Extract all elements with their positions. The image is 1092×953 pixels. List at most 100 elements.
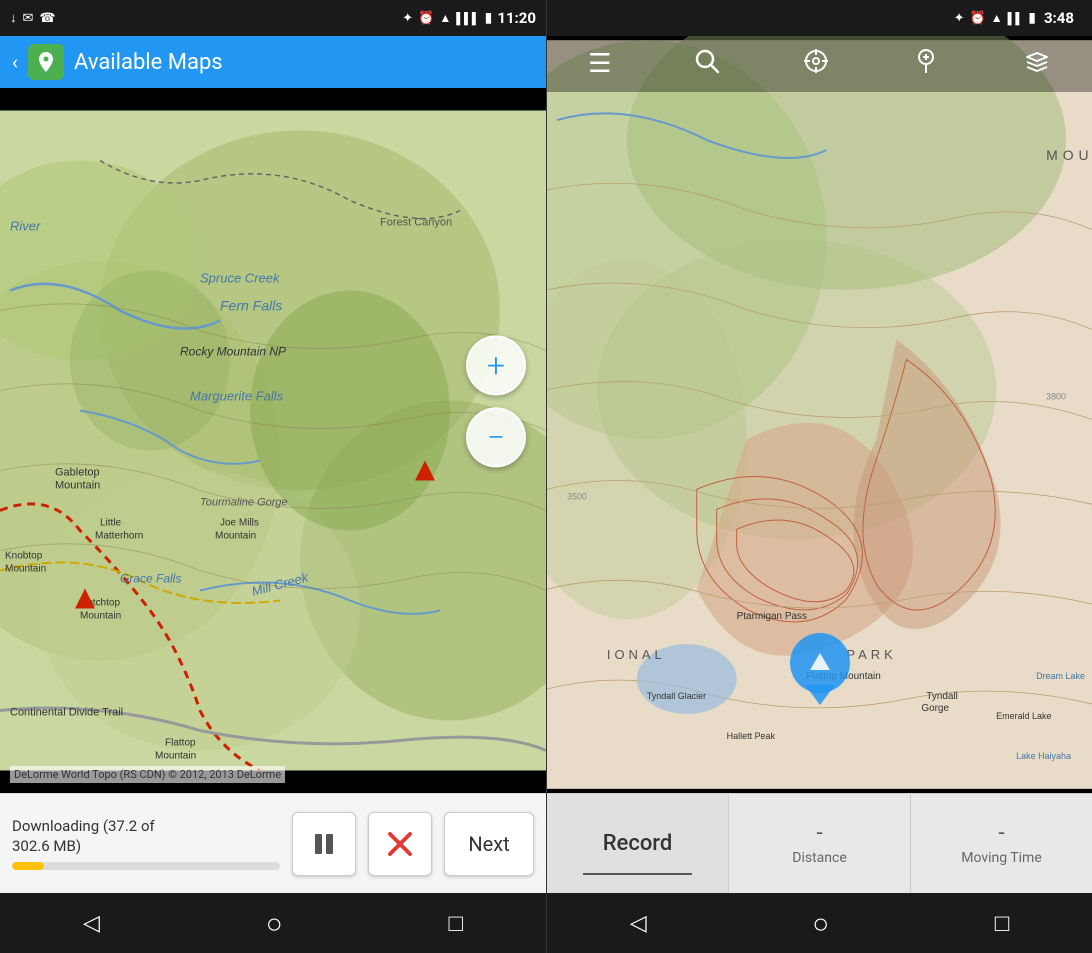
svg-text:Emerald Lake: Emerald Lake (996, 711, 1051, 721)
svg-text:Tyndall: Tyndall (926, 691, 958, 702)
svg-text:River: River (10, 219, 41, 234)
svg-text:Mountain: Mountain (215, 531, 256, 542)
svg-text:Spruce Creek: Spruce Creek (200, 271, 281, 286)
signal-icon-left: ▌▌▌ (456, 12, 479, 25)
distance-section: - Distance (729, 794, 911, 893)
signal-icon-right: ▌▌ (1008, 12, 1024, 25)
svg-text:Knobtop: Knobtop (5, 551, 43, 562)
nav-home-right[interactable]: ○ (812, 907, 829, 940)
status-bar-left: ↓ ✉ ☎ ✦ ⏰ ▲ ▌▌▌ ▮ 11:20 (0, 0, 546, 36)
zoom-out-button[interactable]: − (466, 407, 526, 467)
svg-text:MOUNTAIN: MOUNTAIN (1046, 147, 1092, 163)
moving-time-value: - (998, 821, 1004, 846)
svg-text:Fern Falls: Fern Falls (220, 298, 282, 314)
location-marker (790, 633, 850, 693)
page-title-left: Available Maps (74, 50, 223, 75)
pause-button[interactable] (292, 812, 356, 876)
alarm-icon-left: ⏰ (418, 11, 434, 26)
search-icon[interactable] (694, 48, 720, 81)
progress-bar-container (12, 862, 280, 870)
download-info: Downloading (37.2 of 302.6 MB) (12, 817, 280, 870)
nav-back-right[interactable]: ◁ (630, 911, 647, 936)
status-icons-left: ↓ ✉ ☎ (10, 10, 56, 26)
copyright-text: DeLorme World Topo (RS CDN) © 2012, 2013… (10, 766, 285, 783)
svg-text:Matterhorn: Matterhorn (95, 531, 143, 542)
status-icons-right: ✦ ⏰ ▲ ▌▌▌ ▮ 11:20 (402, 9, 536, 27)
svg-text:Grace Falls: Grace Falls (120, 572, 181, 586)
svg-text:Tyndall Glacier: Tyndall Glacier (647, 691, 706, 701)
bluetooth-icon-left: ✦ (402, 11, 413, 26)
moving-time-section: - Moving Time (911, 794, 1092, 893)
title-bar-left: ‹ Available Maps (0, 36, 546, 88)
back-button[interactable]: ‹ (12, 50, 18, 74)
alarm-icon-right: ⏰ (970, 11, 986, 26)
svg-text:IONAL: IONAL (607, 647, 666, 662)
bluetooth-icon-right: ✦ (954, 11, 965, 26)
moving-time-label: Moving Time (961, 850, 1042, 866)
battery-icon-left: ▮ (485, 10, 493, 26)
wifi-icon-left: ▲ (439, 11, 451, 25)
crosshair-icon[interactable] (802, 47, 830, 82)
svg-text:Ptarmigan Pass: Ptarmigan Pass (737, 611, 807, 622)
record-section[interactable]: Record (547, 794, 729, 893)
progress-bar-fill (12, 862, 44, 870)
time-right: 3:48 (1044, 9, 1074, 27)
cancel-button[interactable] (368, 812, 432, 876)
svg-text:Mountain: Mountain (155, 751, 196, 762)
app-icon (28, 44, 64, 80)
gmail-icon: ✉ (23, 11, 34, 26)
svg-text:Dream Lake: Dream Lake (1036, 671, 1085, 681)
left-panel: ↓ ✉ ☎ ✦ ⏰ ▲ ▌▌▌ ▮ 11:20 ‹ Available Maps (0, 0, 546, 953)
menu-icon[interactable]: ☰ (588, 49, 611, 79)
nav-recent-left[interactable]: □ (449, 909, 464, 938)
record-underline (583, 873, 692, 875)
svg-text:Continental Divide Trail: Continental Divide Trail (10, 707, 123, 719)
status-icons-right-panel: ✦ ⏰ ▲ ▌▌ ▮ (954, 10, 1036, 26)
download-status-text: Downloading (37.2 of 302.6 MB) (12, 817, 280, 856)
svg-text:Forest Canyon: Forest Canyon (380, 217, 452, 229)
layers-icon[interactable] (1023, 47, 1051, 82)
download-icon: ↓ (10, 10, 17, 26)
svg-text:PARK: PARK (846, 647, 896, 662)
svg-text:Marguerite Falls: Marguerite Falls (190, 389, 284, 404)
toolbar-right: ☰ (547, 36, 1092, 92)
add-waypoint-icon[interactable] (912, 47, 940, 82)
next-button[interactable]: Next (444, 812, 534, 876)
status-bar-right: ✦ ⏰ ▲ ▌▌ ▮ 3:48 (547, 0, 1092, 36)
svg-text:Mountain: Mountain (80, 611, 121, 622)
zoom-controls: + − (466, 335, 526, 467)
distance-label: Distance (792, 850, 847, 866)
svg-text:3800: 3800 (1046, 392, 1066, 402)
zoom-out-icon: − (487, 421, 505, 453)
wifi-icon-right: ▲ (991, 11, 1003, 25)
right-panel: ✦ ⏰ ▲ ▌▌ ▮ 3:48 ☰ (546, 0, 1092, 953)
svg-text:Gabletop: Gabletop (55, 467, 100, 479)
svg-text:Joe Mills: Joe Mills (220, 518, 259, 529)
svg-text:Gorge: Gorge (921, 703, 949, 714)
svg-text:Tourmaline Gorge: Tourmaline Gorge (200, 497, 288, 509)
map-area-left[interactable]: Gabletop Mountain Rocky Mountain NP Litt… (0, 88, 546, 793)
nav-back-left[interactable]: ◁ (83, 911, 100, 936)
map-area-right[interactable]: ☰ (547, 36, 1092, 793)
svg-text:Little: Little (100, 518, 122, 529)
svg-text:3500: 3500 (567, 491, 587, 501)
distance-value: - (816, 821, 822, 846)
phone-icon: ☎ (39, 11, 55, 26)
zoom-in-icon: + (487, 349, 505, 381)
svg-text:Mountain: Mountain (55, 480, 100, 492)
svg-text:Rocky Mountain NP: Rocky Mountain NP (180, 345, 286, 359)
svg-text:Flattop: Flattop (165, 738, 196, 749)
svg-text:Lake Haiyaha: Lake Haiyaha (1016, 751, 1071, 761)
time-left: 11:20 (497, 9, 536, 27)
nav-recent-right[interactable]: □ (995, 909, 1010, 938)
svg-text:Mountain: Mountain (5, 564, 46, 575)
record-bar: Record - Distance - Moving Time (547, 793, 1092, 893)
record-label: Record (603, 831, 673, 856)
zoom-in-button[interactable]: + (466, 335, 526, 395)
bottom-bar-left: Downloading (37.2 of 302.6 MB) Next (0, 793, 546, 893)
nav-home-left[interactable]: ○ (266, 907, 283, 940)
svg-text:Hallett Peak: Hallett Peak (727, 731, 776, 741)
nav-bar-right: ◁ ○ □ (547, 893, 1092, 953)
nav-bar-left: ◁ ○ □ (0, 893, 546, 953)
battery-icon-right: ▮ (1028, 10, 1036, 26)
